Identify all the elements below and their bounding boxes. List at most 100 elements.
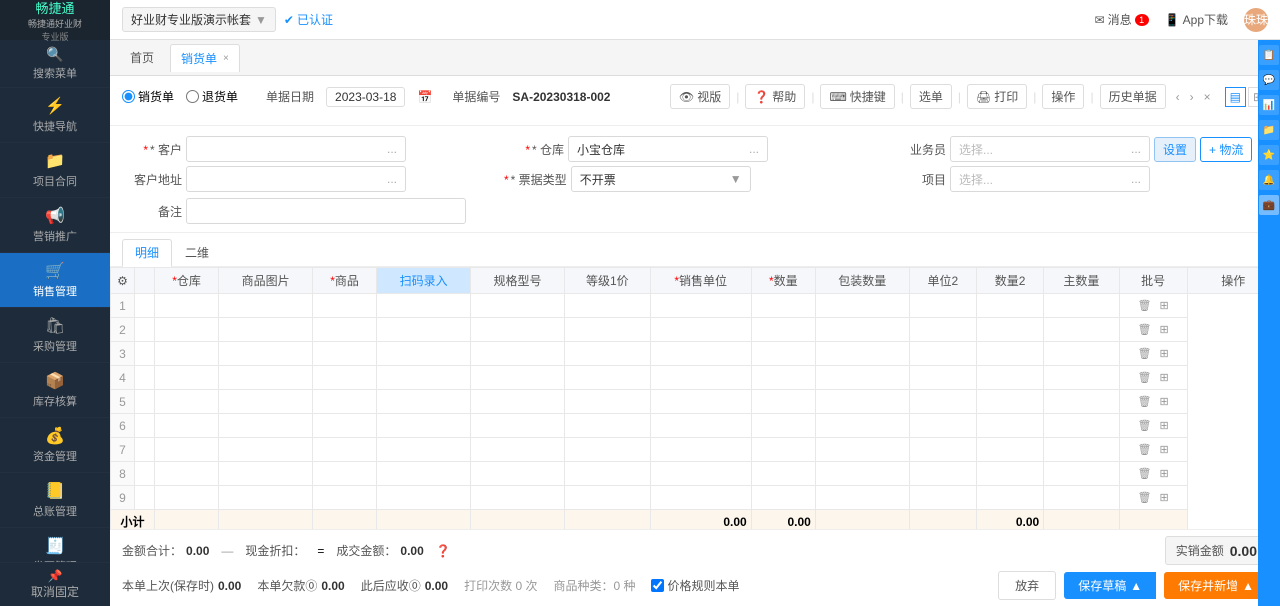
- history-btn[interactable]: 历史单据: [1100, 84, 1166, 109]
- sidebar-item-purchase[interactable]: 🛍 采购管理: [0, 308, 110, 363]
- copy-icon[interactable]: ⊞: [1159, 371, 1168, 384]
- tab-detail[interactable]: 明细: [122, 239, 172, 267]
- th-settings[interactable]: ⚙: [111, 268, 135, 294]
- shortcut-btn[interactable]: ⌨ 快捷键: [820, 84, 894, 109]
- project-dots[interactable]: ...: [1131, 172, 1141, 186]
- copy-icon[interactable]: ⊞: [1159, 467, 1168, 480]
- salesperson-dots[interactable]: ...: [1131, 142, 1141, 156]
- customer-input[interactable]: ...: [186, 136, 406, 162]
- sidebar-item-invoice[interactable]: 🧾 发票管理: [0, 528, 110, 562]
- sidebar-item-sales[interactable]: 🛒 销售管理: [0, 253, 110, 308]
- delete-icon[interactable]: 🗑: [1138, 299, 1152, 312]
- total-label: 金额合计：: [122, 542, 182, 559]
- cell-packqty-1[interactable]: [751, 294, 815, 318]
- warehouse-dots[interactable]: ...: [749, 142, 759, 156]
- prev-icon[interactable]: ‹: [1172, 88, 1184, 106]
- delete-icon[interactable]: 🗑: [1138, 323, 1152, 336]
- sidebar-item-marketing[interactable]: 📢 营销推广: [0, 198, 110, 253]
- delete-icon[interactable]: 🗑: [1138, 371, 1152, 384]
- help-icon-footer[interactable]: ❓: [436, 544, 451, 558]
- invoice-select[interactable]: 不开票 ▼: [571, 166, 751, 192]
- abandon-button[interactable]: 放弃: [998, 571, 1056, 600]
- view-btn[interactable]: 👁 视版: [670, 84, 730, 109]
- help-btn[interactable]: ❓ 帮助: [745, 84, 805, 109]
- cell-barcode-1[interactable]: [313, 294, 377, 318]
- tab-2d[interactable]: 二维: [172, 239, 222, 266]
- project-input[interactable]: 选择... ...: [950, 166, 1150, 192]
- close-form-icon[interactable]: ×: [1200, 88, 1215, 106]
- select-btn[interactable]: 选单: [910, 84, 952, 109]
- delete-icon[interactable]: 🗑: [1138, 347, 1152, 360]
- delete-icon[interactable]: 🗑: [1138, 491, 1152, 504]
- cell-qty2-1[interactable]: [909, 294, 976, 318]
- tab-close-icon[interactable]: ×: [223, 53, 229, 64]
- copy-icon[interactable]: ⊞: [1159, 395, 1168, 408]
- calendar-icon[interactable]: 📅: [417, 90, 432, 104]
- save-new-group: 保存并新增 ▲: [1164, 572, 1268, 599]
- print-btn[interactable]: 🖨 打印: [967, 84, 1027, 109]
- address-input[interactable]: ...: [186, 166, 406, 192]
- warehouse-input[interactable]: 小宝仓库 ...: [568, 136, 768, 162]
- radio-sales[interactable]: 销货单: [122, 88, 174, 105]
- cell-unit-1[interactable]: [564, 294, 650, 318]
- sidebar-item-stock[interactable]: 📦 库存核算: [0, 363, 110, 418]
- price-check[interactable]: 价格规则本单: [651, 577, 739, 594]
- save-draft-button[interactable]: 保存草稿 ▲: [1064, 572, 1156, 599]
- delete-icon[interactable]: 🗑: [1138, 395, 1152, 408]
- mini-icon-5[interactable]: ⭐: [1259, 145, 1279, 165]
- cell-image-1[interactable]: [155, 294, 219, 318]
- salesperson-input[interactable]: 选择... ...: [950, 136, 1150, 162]
- notes-input[interactable]: [186, 198, 466, 224]
- sidebar-pin[interactable]: 📌 取消固定: [0, 562, 110, 606]
- company-selector[interactable]: 好业财专业版演示帐套 ▼: [122, 7, 276, 32]
- after-receivable: 此后应收⓪ 0.00: [361, 577, 448, 594]
- copy-icon[interactable]: ⊞: [1159, 443, 1168, 456]
- mini-icon-6[interactable]: 🔔: [1259, 170, 1279, 190]
- cell-goods-1[interactable]: [219, 294, 313, 318]
- view-list-btn[interactable]: ▤: [1225, 87, 1246, 107]
- address-dots[interactable]: ...: [387, 172, 397, 186]
- set-button[interactable]: 设置: [1154, 137, 1196, 162]
- tab-home[interactable]: 首页: [118, 43, 166, 72]
- delete-icon[interactable]: 🗑: [1138, 467, 1152, 480]
- copy-icon[interactable]: ⊞: [1159, 299, 1168, 312]
- cell-warehouse-1[interactable]: [135, 294, 155, 318]
- radio-return[interactable]: 退货单: [186, 88, 238, 105]
- sidebar-item-capital[interactable]: 💰 资金管理: [0, 418, 110, 473]
- mini-icon-2[interactable]: 💬: [1259, 70, 1279, 90]
- th-barcode[interactable]: 扫码录入: [377, 268, 471, 294]
- cell-batch-1[interactable]: [1044, 294, 1119, 318]
- cell-mainqty-1[interactable]: [976, 294, 1043, 318]
- sidebar-item-project[interactable]: 📁 项目合同: [0, 143, 110, 198]
- delete-icon[interactable]: 🗑: [1138, 443, 1152, 456]
- next-icon[interactable]: ›: [1186, 88, 1198, 106]
- footer-bottom: 本单上次(保存时) 0.00 本单欠款⓪ 0.00 此后应收⓪ 0.00 打印次…: [122, 571, 1268, 600]
- mini-icon-4[interactable]: 📁: [1259, 120, 1279, 140]
- cell-spec-1[interactable]: [377, 294, 471, 318]
- ship-button[interactable]: + 物流: [1200, 137, 1252, 162]
- delete-icon[interactable]: 🗑: [1138, 419, 1152, 432]
- sidebar-item-account[interactable]: 📒 总账管理: [0, 473, 110, 528]
- app-download-button[interactable]: 📱 App下载: [1165, 11, 1228, 28]
- message-button[interactable]: ✉ 消息 1: [1095, 11, 1149, 28]
- tab-sales-order[interactable]: 销货单 ×: [170, 44, 240, 72]
- copy-icon[interactable]: ⊞: [1159, 347, 1168, 360]
- mini-icon-1[interactable]: 📋: [1259, 45, 1279, 65]
- cell-price-1[interactable]: [471, 294, 565, 318]
- avatar[interactable]: 珠珠: [1244, 8, 1268, 32]
- date-value[interactable]: 2023-03-18: [326, 87, 405, 107]
- cell-unit2-1[interactable]: [815, 294, 909, 318]
- company-name: 好业财专业版演示帐套: [131, 11, 251, 28]
- save-new-button[interactable]: 保存并新增 ▲: [1164, 572, 1268, 599]
- copy-icon[interactable]: ⊞: [1159, 419, 1168, 432]
- copy-icon[interactable]: ⊞: [1159, 323, 1168, 336]
- ops-btn[interactable]: 操作: [1042, 84, 1084, 109]
- mini-icon-3[interactable]: 📊: [1259, 95, 1279, 115]
- sidebar-item-search[interactable]: 🔍 搜索菜单: [0, 40, 110, 88]
- customer-dots[interactable]: ...: [387, 142, 397, 156]
- cell-qty-1[interactable]: [650, 294, 751, 318]
- copy-icon[interactable]: ⊞: [1159, 491, 1168, 504]
- mini-icon-7[interactable]: 💼: [1259, 195, 1279, 215]
- notes-label: 备注: [122, 203, 182, 220]
- sidebar-item-quick-nav[interactable]: ⚡ 快捷导航: [0, 88, 110, 143]
